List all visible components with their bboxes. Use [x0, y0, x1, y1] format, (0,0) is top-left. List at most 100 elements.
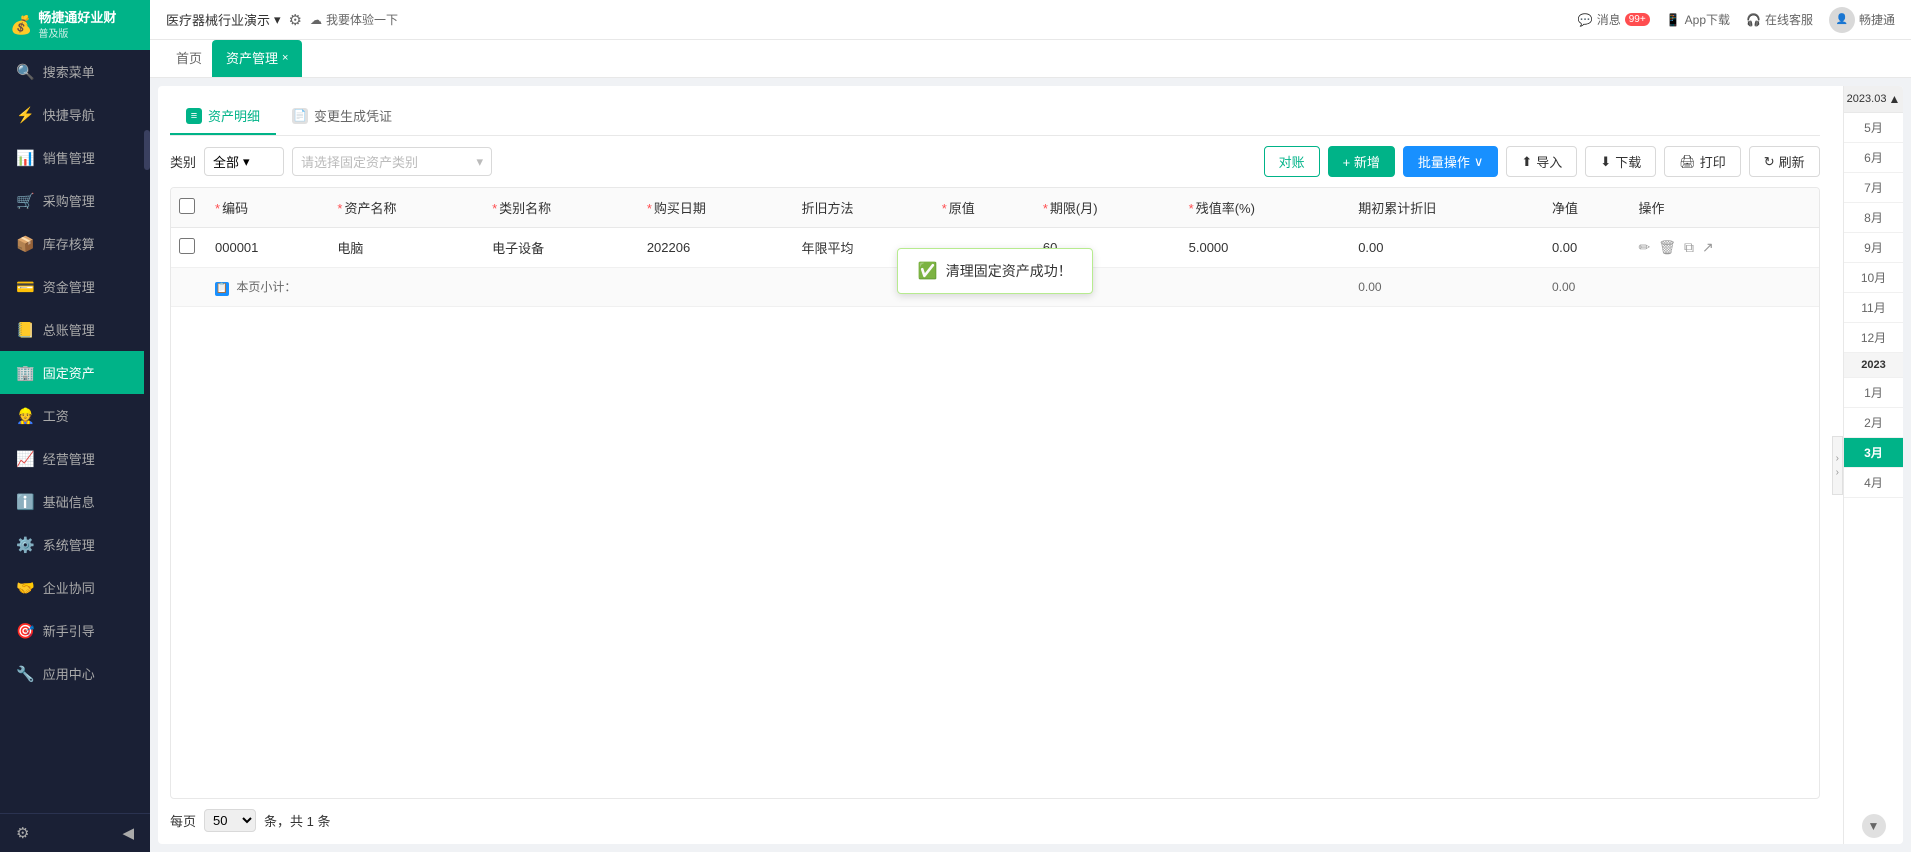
category-input-placeholder: 请选择固定资产类别: [301, 152, 418, 171]
sidebar-item-purchase[interactable]: 🛒 采购管理: [0, 179, 144, 222]
message-badge: 99+: [1625, 13, 1650, 26]
sidebar-item-cooperation[interactable]: 🤝 企业协同: [0, 566, 144, 609]
sidebar-item-ledger[interactable]: 📒 总账管理: [0, 308, 144, 351]
sidebar-item-guide[interactable]: 🎯 新手引导: [0, 609, 144, 652]
message-icon: 💬: [1578, 13, 1593, 27]
col-initial-accumulated: 期初累计折旧: [1350, 188, 1544, 228]
cell-initial-accumulated: 0.00: [1350, 228, 1544, 268]
month-oct[interactable]: 10月: [1844, 263, 1903, 293]
tab-close-button[interactable]: ×: [282, 52, 288, 64]
company-selector[interactable]: 医疗器械行业演示 ▾: [166, 10, 281, 29]
tab-home-label: 首页: [176, 48, 202, 67]
app-center-icon: 🔧: [16, 665, 35, 683]
cell-name: 电脑: [329, 228, 484, 268]
experience-label: 我要体验一下: [326, 11, 398, 28]
download-button[interactable]: ⬇ 下载: [1585, 146, 1656, 177]
category-dropdown-icon: ▾: [476, 154, 483, 170]
company-name: 医疗器械行业演示: [166, 10, 270, 29]
panel-toggle: › ›: [1832, 86, 1843, 844]
experience-icon: ☁: [310, 13, 322, 27]
asset-table: *编码 *资产名称 *类别名称 *购买日期 折旧方法 *原值 *期限(月) *残…: [171, 188, 1819, 307]
category-input[interactable]: 请选择固定资产类别 ▾: [292, 147, 492, 176]
sidebar-item-quick-nav[interactable]: ⚡ 快捷导航: [0, 93, 144, 136]
sidebar-item-inventory[interactable]: 📦 库存核算: [0, 222, 144, 265]
col-net-value: 净值: [1544, 188, 1631, 228]
refresh-button[interactable]: ↻ 刷新: [1749, 146, 1820, 177]
print-button[interactable]: 🖨 打印: [1664, 146, 1741, 177]
tab-home[interactable]: 首页: [166, 40, 212, 77]
copy-icon[interactable]: ⧉: [1684, 239, 1694, 256]
calendar-toggle-button[interactable]: › ›: [1832, 436, 1843, 495]
print-label: 打印: [1700, 152, 1726, 171]
per-page-label: 每页: [170, 811, 196, 830]
sub-tab-asset-detail[interactable]: ≡ 资产明细: [170, 98, 276, 135]
cell-period: 60: [1035, 228, 1181, 268]
sidebar-logo: 💰 畅捷通好业财 普及版: [0, 0, 150, 50]
month-sep[interactable]: 9月: [1844, 233, 1903, 263]
settings-button[interactable]: ⚙: [289, 11, 302, 29]
more-icon[interactable]: ↗: [1702, 239, 1714, 256]
edit-icon[interactable]: ✏: [1639, 239, 1651, 256]
tab-asset-label: 资产管理: [226, 48, 278, 67]
tabs-bar: 首页 资产管理 ×: [150, 40, 1911, 78]
month-aug[interactable]: 8月: [1844, 203, 1903, 233]
quick-nav-icon: ⚡: [16, 106, 35, 124]
month-jul[interactable]: 7月: [1844, 173, 1903, 203]
calendar-months: 5月 6月 7月 8月 9月 10月 11月 12月 2023 1月 2月 3月…: [1844, 113, 1903, 808]
month-feb-2023[interactable]: 2月: [1844, 408, 1903, 438]
sidebar-item-payroll[interactable]: 👷 工资: [0, 394, 144, 437]
subtotal-original: 0.00: [934, 268, 1035, 307]
download-icon: ⬇: [1600, 154, 1611, 170]
sidebar-item-label: 快捷导航: [43, 105, 95, 124]
select-all-checkbox[interactable]: [179, 198, 195, 214]
category-filter-label: 类别: [170, 152, 196, 171]
sub-tab-change-voucher-label: 变更生成凭证: [314, 106, 392, 125]
col-purchase-date: *购买日期: [639, 188, 794, 228]
per-page-select[interactable]: 50 100 200: [204, 809, 256, 832]
category-type-select[interactable]: 全部 ▾: [204, 147, 284, 176]
calendar-up-button[interactable]: ▲: [1888, 92, 1900, 106]
collapse-icon[interactable]: ◀: [122, 824, 134, 842]
app-download-button[interactable]: 📱 App下载: [1666, 11, 1730, 28]
month-apr-2023[interactable]: 4月: [1844, 468, 1903, 498]
sidebar-item-finance[interactable]: 💳 资金管理: [0, 265, 144, 308]
user-avatar-button[interactable]: 👤 畅捷通: [1829, 7, 1895, 33]
online-service-button[interactable]: 🎧 在线客服: [1746, 11, 1813, 28]
sidebar-item-app-center[interactable]: 🔧 应用中心: [0, 652, 144, 695]
sidebar-item-system[interactable]: ⚙️ 系统管理: [0, 523, 144, 566]
sidebar-item-label: 资金管理: [43, 277, 95, 296]
month-dec[interactable]: 12月: [1844, 323, 1903, 353]
tab-asset-management[interactable]: 资产管理 ×: [212, 40, 302, 77]
new-label: + 新增: [1343, 152, 1380, 171]
month-jun[interactable]: 6月: [1844, 143, 1903, 173]
month-nov[interactable]: 11月: [1844, 293, 1903, 323]
reconcile-button[interactable]: 对账: [1264, 146, 1320, 177]
sidebar-item-fixed-assets[interactable]: 🏢 固定资产: [0, 351, 144, 394]
search-icon: 🔍: [16, 63, 35, 81]
import-button[interactable]: ⬆ 导入: [1506, 146, 1577, 177]
message-button[interactable]: 💬 消息 99+: [1578, 11, 1650, 28]
delete-icon[interactable]: 🗑: [1658, 239, 1676, 256]
month-may[interactable]: 5月: [1844, 113, 1903, 143]
month-jan-2023[interactable]: 1月: [1844, 378, 1903, 408]
batch-button[interactable]: 批量操作 ∨: [1403, 146, 1499, 177]
sidebar-item-label: 新手引导: [43, 621, 95, 640]
subtotal-icon: 📋: [215, 282, 229, 296]
sidebar-item-base-info[interactable]: ℹ️ 基础信息: [0, 480, 144, 523]
sub-tab-change-voucher[interactable]: 📄 变更生成凭证: [276, 98, 408, 135]
sidebar-item-search[interactable]: 🔍 搜索菜单: [0, 50, 144, 93]
settings-icon[interactable]: ⚙: [16, 824, 29, 842]
calendar-down-button[interactable]: ▼: [1862, 814, 1886, 838]
sidebar-item-label: 基础信息: [43, 492, 95, 511]
month-mar-2023[interactable]: 3月: [1844, 438, 1903, 468]
experience-button[interactable]: ☁ 我要体验一下: [310, 11, 398, 28]
toolbar: 对账 + 新增 批量操作 ∨ ⬆ 导入 ⬇ 下载: [1264, 146, 1820, 177]
new-button[interactable]: + 新增: [1328, 146, 1395, 177]
topbar: 医疗器械行业演示 ▾ ⚙ ☁ 我要体验一下 💬 消息 99+ 📱 App下载 🎧…: [150, 0, 1911, 40]
sidebar-bottom: ⚙ ◀: [0, 813, 150, 852]
subtotal-label: 本页小计：: [236, 280, 296, 294]
sidebar-item-operations[interactable]: 📈 经营管理: [0, 437, 144, 480]
sidebar-item-label: 企业协同: [43, 578, 95, 597]
row-checkbox[interactable]: [179, 238, 195, 254]
sidebar-item-sales[interactable]: 📊 销售管理: [0, 136, 144, 179]
